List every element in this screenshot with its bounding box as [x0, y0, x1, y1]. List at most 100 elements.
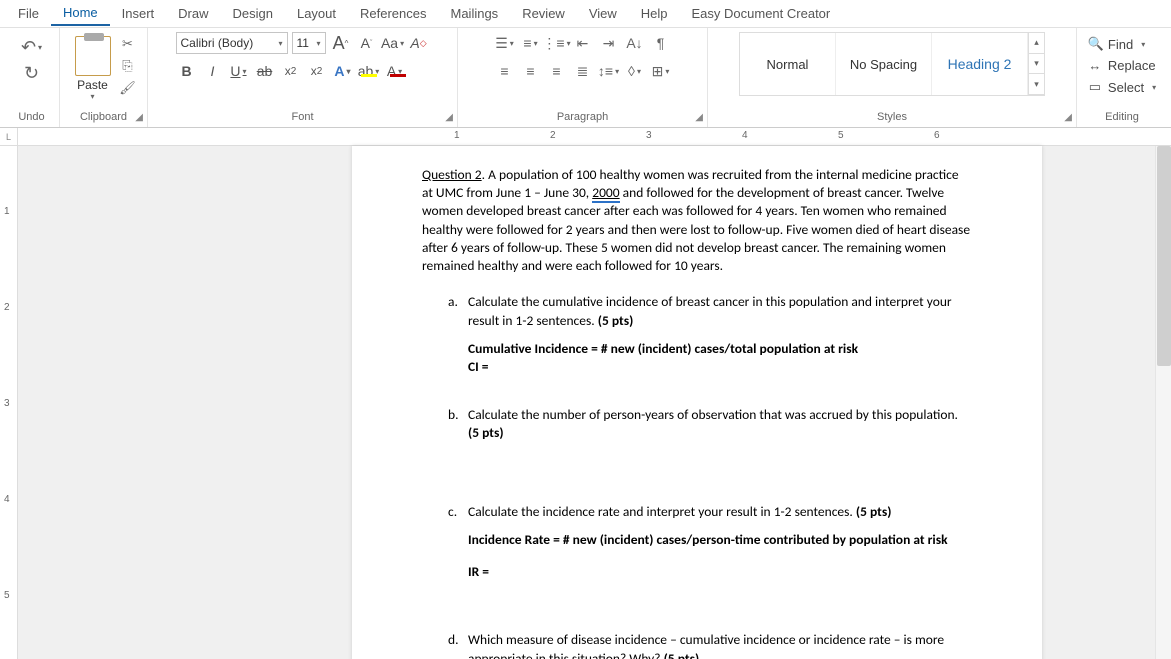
styles-scroll[interactable]: ▴ ▾ ▾ — [1028, 33, 1044, 95]
group-label-styles: Styles — [877, 111, 907, 125]
tab-view[interactable]: View — [577, 2, 629, 25]
tab-layout[interactable]: Layout — [285, 2, 348, 25]
shading-button[interactable]: ◊ — [624, 60, 646, 82]
align-center-button[interactable]: ≡ — [520, 60, 542, 82]
justify-button[interactable]: ≣ — [572, 60, 594, 82]
select-button[interactable]: ▭Select▾ — [1088, 79, 1156, 95]
item-b[interactable]: b. Calculate the number of person-years … — [448, 406, 972, 442]
font-dialog-launcher[interactable]: ◢ — [445, 112, 453, 123]
format-painter-button[interactable]: 🖌 — [119, 80, 137, 96]
clear-format-button[interactable]: A◇ — [408, 32, 430, 54]
ruler-horizontal[interactable]: 1 2 3 4 5 6 — [18, 128, 1171, 146]
undo-button[interactable]: ↶ — [18, 36, 46, 58]
item-c-formula1: Incidence Rate = # new (incident) cases/… — [468, 531, 948, 548]
tab-draw[interactable]: Draw — [166, 2, 220, 25]
cut-button[interactable]: ✂ — [119, 36, 137, 52]
decrease-indent-button[interactable]: ⇤ — [572, 32, 594, 54]
sub-items: a. Calculate the cumulative incidence of… — [448, 293, 972, 659]
text-effects-button[interactable]: A — [332, 60, 354, 82]
item-a[interactable]: a. Calculate the cumulative incidence of… — [448, 293, 972, 376]
italic-button[interactable]: I — [202, 60, 224, 82]
styles-more-icon[interactable]: ▾ — [1029, 74, 1044, 95]
ruler-corner[interactable]: L — [0, 128, 18, 146]
show-marks-button[interactable]: ¶ — [650, 32, 672, 54]
redo-button[interactable]: ↻ — [18, 62, 46, 84]
align-left-button[interactable]: ≡ — [494, 60, 516, 82]
style-no-spacing[interactable]: No Spacing — [836, 33, 932, 95]
underline-button[interactable]: U — [228, 60, 250, 82]
superscript-button[interactable]: x2 — [306, 60, 328, 82]
copy-button[interactable]: ⎘ — [119, 58, 137, 74]
tab-home[interactable]: Home — [51, 1, 110, 26]
line-spacing-button[interactable]: ↕≡ — [598, 60, 620, 82]
font-size-select[interactable]: 11▾ — [292, 32, 326, 54]
shrink-font-button[interactable]: Aˇ — [356, 32, 378, 54]
group-clipboard: Paste ▾ ✂ ⎘ 🖌 Clipboard ◢ — [60, 28, 148, 127]
tab-mailings[interactable]: Mailings — [439, 2, 511, 25]
subscript-button[interactable]: x2 — [280, 60, 302, 82]
paragraph-dialog-launcher[interactable]: ◢ — [695, 112, 703, 123]
clipboard-dialog-launcher[interactable]: ◢ — [135, 112, 143, 123]
h-tick-6: 6 — [934, 130, 940, 141]
highlight-button[interactable]: ab — [358, 60, 380, 82]
ribbon: ↶ ↻ Undo Paste ▾ ✂ ⎘ 🖌 Clipboard ◢ — [0, 28, 1171, 128]
multilevel-list-button[interactable]: ⋮≡ — [546, 32, 568, 54]
question-number: Question 2 — [422, 166, 482, 183]
item-d-letter: d. — [448, 631, 468, 659]
item-c-pts: (5 pts) — [856, 503, 892, 520]
group-label-editing: Editing — [1105, 111, 1139, 125]
strikethrough-button[interactable]: ab — [254, 60, 276, 82]
style-heading2[interactable]: Heading 2 — [932, 33, 1028, 95]
item-a-formula1: Cumulative Incidence = # new (incident) … — [468, 340, 858, 357]
v-tick-1: 1 — [4, 206, 10, 217]
item-c[interactable]: c. Calculate the incidence rate and inte… — [448, 503, 972, 582]
scrollbar-thumb[interactable] — [1157, 146, 1171, 366]
group-font: Calibri (Body)▾ 11▾ A^ Aˇ Aa A◇ B I U ab… — [148, 28, 458, 127]
styles-down-icon[interactable]: ▾ — [1029, 54, 1044, 75]
tab-review[interactable]: Review — [510, 2, 577, 25]
style-normal[interactable]: Normal — [740, 33, 836, 95]
align-right-button[interactable]: ≡ — [546, 60, 568, 82]
styles-up-icon[interactable]: ▴ — [1029, 33, 1044, 54]
item-a-letter: a. — [448, 293, 468, 376]
numbering-button[interactable]: ≡ — [520, 32, 542, 54]
vertical-scrollbar[interactable] — [1155, 146, 1171, 659]
menu-bar: File Home Insert Draw Design Layout Refe… — [0, 0, 1171, 28]
item-d[interactable]: d. Which measure of disease incidence – … — [448, 631, 972, 659]
v-tick-5: 5 — [4, 590, 10, 601]
font-name-select[interactable]: Calibri (Body)▾ — [176, 32, 288, 54]
h-tick-4: 4 — [742, 130, 748, 141]
bold-button[interactable]: B — [176, 60, 198, 82]
grow-font-button[interactable]: A^ — [330, 32, 352, 54]
bullets-button[interactable]: ☰ — [494, 32, 516, 54]
replace-button[interactable]: ↔ Replace — [1088, 58, 1156, 73]
tab-insert[interactable]: Insert — [110, 2, 167, 25]
replace-icon: ↔ — [1088, 58, 1102, 73]
item-b-pts: (5 pts) — [468, 424, 504, 441]
font-color-button[interactable]: A — [384, 60, 406, 82]
borders-button[interactable]: ⊞ — [650, 60, 672, 82]
v-tick-2: 2 — [4, 302, 10, 313]
sort-button[interactable]: A↓ — [624, 32, 646, 54]
increase-indent-button[interactable]: ⇥ — [598, 32, 620, 54]
tab-file[interactable]: File — [6, 2, 51, 25]
tab-design[interactable]: Design — [221, 2, 285, 25]
item-a-pts: (5 pts) — [598, 312, 634, 329]
tab-help[interactable]: Help — [629, 2, 680, 25]
font-size-value: 11 — [297, 36, 309, 50]
group-styles: Normal No Spacing Heading 2 ▴ ▾ ▾ Styles… — [708, 28, 1077, 127]
group-label-clipboard: Clipboard — [80, 111, 127, 125]
styles-dialog-launcher[interactable]: ◢ — [1064, 112, 1072, 123]
cursor-icon: ▭ — [1088, 79, 1102, 95]
find-button[interactable]: 🔍Find▾ — [1088, 36, 1156, 52]
tab-references[interactable]: References — [348, 2, 438, 25]
question-paragraph[interactable]: Question 2. A population of 100 healthy … — [422, 166, 972, 275]
q-year: 2000 — [592, 184, 619, 203]
tab-easy-doc-creator[interactable]: Easy Document Creator — [680, 2, 843, 25]
paste-button[interactable]: Paste ▾ — [71, 32, 115, 101]
replace-label: Replace — [1108, 58, 1156, 73]
item-c-letter: c. — [448, 503, 468, 582]
document-page[interactable]: Question 2. A population of 100 healthy … — [352, 146, 1042, 659]
change-case-button[interactable]: Aa — [382, 32, 404, 54]
ruler-vertical[interactable]: 1 2 3 4 5 6 — [0, 146, 18, 659]
